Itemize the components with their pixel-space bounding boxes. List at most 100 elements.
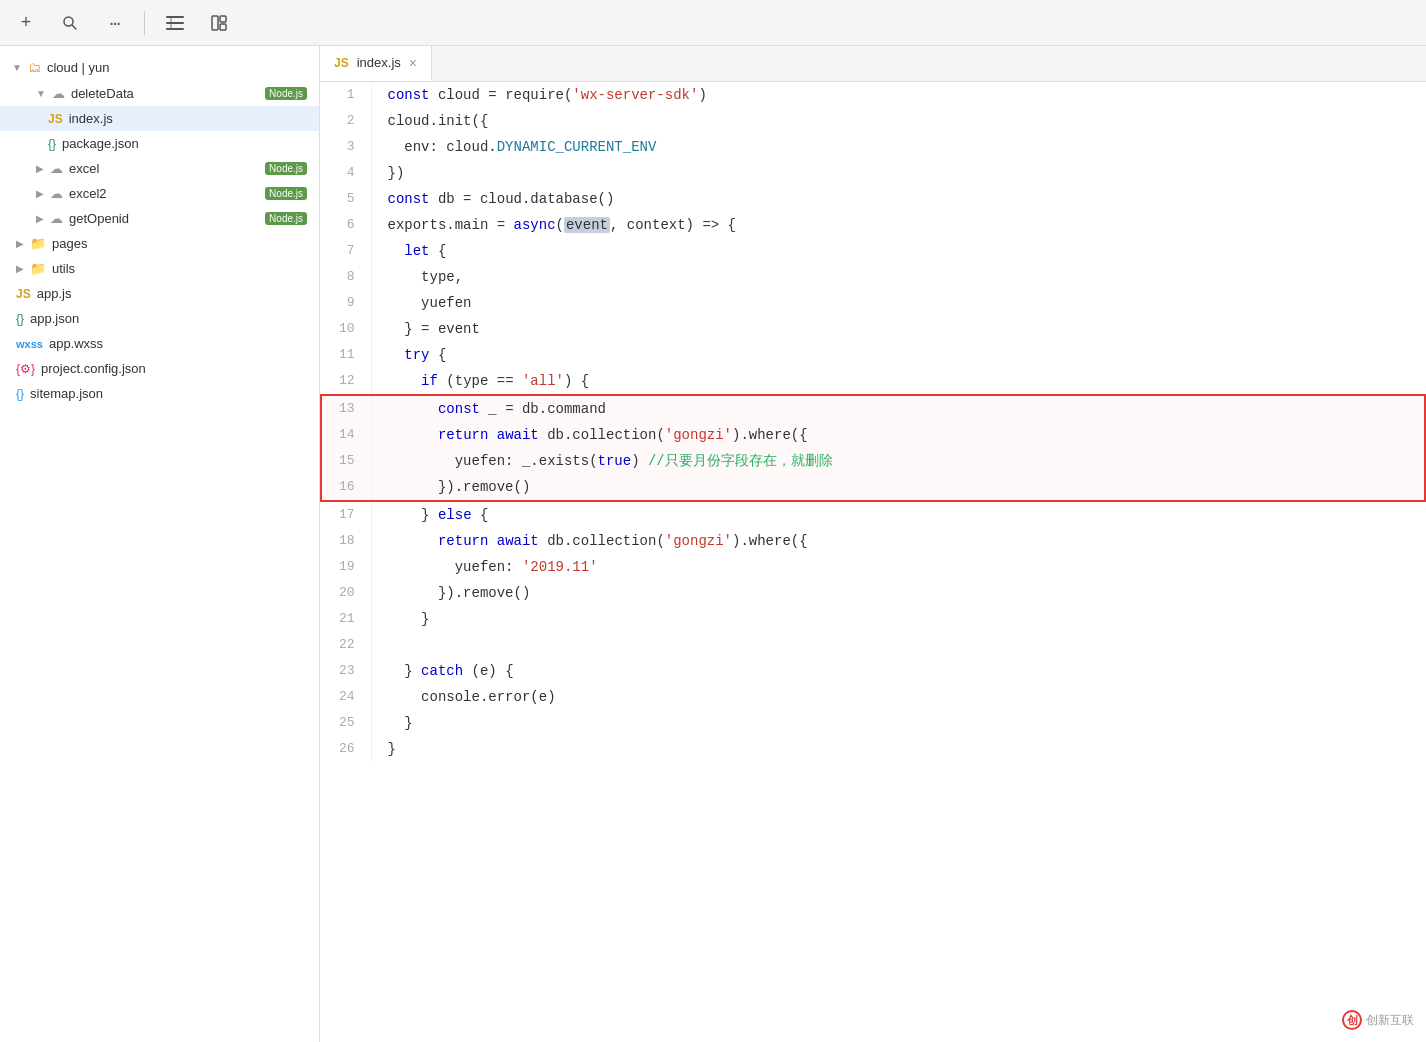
sidebar-item-indexjs[interactable]: JS index.js [0, 106, 319, 131]
code-container[interactable]: 1const cloud = require('wx-server-sdk')2… [320, 82, 1426, 1042]
arrow-right-icon-excel: ▶ [36, 163, 44, 174]
sidebar-item-projectconfig[interactable]: {⚙} project.config.json [0, 356, 319, 381]
table-row: 12 if (type == 'all') { [321, 368, 1425, 395]
js-icon-appjs: JS [16, 287, 31, 301]
table-row: 20 }).remove() [321, 580, 1425, 606]
sidebar-item-excel[interactable]: ▶ ☁ excel Node.js [0, 156, 319, 181]
line-number: 11 [321, 342, 371, 368]
config-icon-project: {⚙} [16, 362, 35, 376]
line-code: } catch (e) { [371, 658, 1425, 684]
watermark: 创 创新互联 [1342, 1010, 1414, 1030]
sidebar-root[interactable]: ▼ 🗂 cloud | yun [0, 54, 319, 81]
nodejs-badge-excel2: Node.js [265, 187, 307, 200]
cloud-icon-excel: ☁ [50, 161, 63, 176]
table-row: 23 } catch (e) { [321, 658, 1425, 684]
nodejs-badge-deletedata: Node.js [265, 87, 307, 100]
sidebar-item-appjs[interactable]: JS app.js [0, 281, 319, 306]
line-code: if (type == 'all') { [371, 368, 1425, 395]
line-number: 8 [321, 264, 371, 290]
line-number: 14 [321, 422, 371, 448]
tab-filename: index.js [357, 55, 401, 70]
line-code: const cloud = require('wx-server-sdk') [371, 82, 1425, 108]
add-button[interactable]: + [12, 9, 40, 37]
line-number: 16 [321, 474, 371, 501]
sidebar-item-pages[interactable]: ▶ 📁 pages [0, 231, 319, 256]
cloud-icon: ☁ [52, 86, 65, 101]
sidebar-item-getopenid[interactable]: ▶ ☁ getOpenid Node.js [0, 206, 319, 231]
toolbar: + ··· [0, 0, 1426, 46]
sidebar-label-appjson: app.json [30, 311, 79, 326]
sidebar-label-packagejson: package.json [62, 136, 139, 151]
table-row: 1const cloud = require('wx-server-sdk') [321, 82, 1425, 108]
sidebar-label-pages: pages [52, 236, 87, 251]
cloud-icon-getopenid: ☁ [50, 211, 63, 226]
panel-button[interactable] [205, 9, 233, 37]
line-code: let { [371, 238, 1425, 264]
sidebar-item-appjson[interactable]: {} app.json [0, 306, 319, 331]
wxss-icon-appwxss: wxss [16, 338, 43, 350]
line-code: console.error(e) [371, 684, 1425, 710]
search-button[interactable] [56, 9, 84, 37]
sidebar-label-utils: utils [52, 261, 75, 276]
line-number: 5 [321, 186, 371, 212]
sidebar-item-sitemap[interactable]: {} sitemap.json [0, 381, 319, 406]
sidebar-item-utils[interactable]: ▶ 📁 utils [0, 256, 319, 281]
arrow-right-icon-pages: ▶ [16, 238, 24, 249]
line-code: }).remove() [371, 580, 1425, 606]
line-number: 25 [321, 710, 371, 736]
line-code: return await db.collection('gongzi').whe… [371, 528, 1425, 554]
sidebar-label-excel2: excel2 [69, 186, 107, 201]
tab-js-icon: JS [334, 56, 349, 70]
line-number: 24 [321, 684, 371, 710]
arrow-right-icon-utils: ▶ [16, 263, 24, 274]
line-code: exports.main = async(event, context) => … [371, 212, 1425, 238]
line-number: 12 [321, 368, 371, 395]
sidebar-item-packagejson[interactable]: {} package.json [0, 131, 319, 156]
nodejs-badge-getopenid: Node.js [265, 212, 307, 225]
table-row: 26} [321, 736, 1425, 762]
nodejs-badge-excel: Node.js [265, 162, 307, 175]
table-row: 13 const _ = db.command [321, 395, 1425, 422]
line-number: 7 [321, 238, 371, 264]
line-number: 1 [321, 82, 371, 108]
table-row: 24 console.error(e) [321, 684, 1425, 710]
folder-icon-pages: 📁 [30, 236, 46, 251]
line-number: 17 [321, 501, 371, 528]
watermark-icon: 创 [1342, 1010, 1362, 1030]
table-row: 16 }).remove() [321, 474, 1425, 501]
more-button[interactable]: ··· [100, 9, 128, 37]
tab-close-button[interactable]: × [409, 56, 417, 70]
table-row: 5const db = cloud.database() [321, 186, 1425, 212]
toolbar-divider [144, 11, 145, 35]
line-number: 18 [321, 528, 371, 554]
line-code: env: cloud.DYNAMIC_CURRENT_ENV [371, 134, 1425, 160]
table-row: 22 [321, 632, 1425, 658]
table-row: 18 return await db.collection('gongzi').… [321, 528, 1425, 554]
sidebar-item-deletedata[interactable]: ▼ ☁ deleteData Node.js [0, 81, 319, 106]
line-code: return await db.collection('gongzi').whe… [371, 422, 1425, 448]
table-row: 9 yuefen [321, 290, 1425, 316]
js-icon: JS [48, 112, 63, 126]
line-code: type, [371, 264, 1425, 290]
line-code: yuefen: _.exists(true) //只要月份字段存在，就删除 [371, 448, 1425, 474]
sidebar-item-excel2[interactable]: ▶ ☁ excel2 Node.js [0, 181, 319, 206]
line-number: 13 [321, 395, 371, 422]
layout-button[interactable] [161, 9, 189, 37]
line-number: 19 [321, 554, 371, 580]
table-row: 3 env: cloud.DYNAMIC_CURRENT_ENV [321, 134, 1425, 160]
sidebar-label-appwxss: app.wxss [49, 336, 103, 351]
sidebar-label-excel: excel [69, 161, 99, 176]
table-row: 2cloud.init({ [321, 108, 1425, 134]
svg-line-1 [72, 25, 76, 29]
folder-icon-utils: 📁 [30, 261, 46, 276]
sidebar-item-appwxss[interactable]: wxss app.wxss [0, 331, 319, 356]
table-row: 4}) [321, 160, 1425, 186]
main-layout: ▼ 🗂 cloud | yun ▼ ☁ deleteData Node.js J… [0, 46, 1426, 1042]
line-code: } = event [371, 316, 1425, 342]
line-number: 3 [321, 134, 371, 160]
line-code: } [371, 606, 1425, 632]
line-number: 15 [321, 448, 371, 474]
svg-rect-5 [170, 16, 172, 30]
table-row: 15 yuefen: _.exists(true) //只要月份字段存在，就删除 [321, 448, 1425, 474]
tab-indexjs[interactable]: JS index.js × [320, 46, 432, 81]
